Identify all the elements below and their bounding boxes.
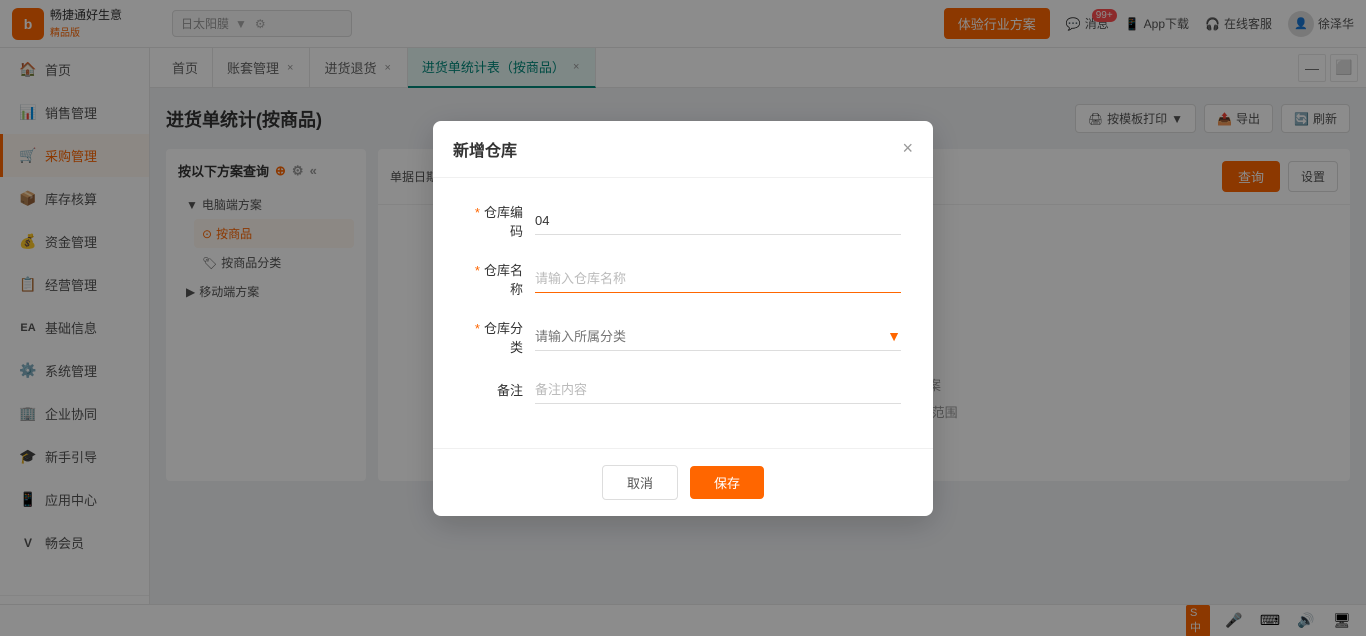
warehouse-code-input[interactable] (535, 207, 901, 235)
dialog-header: 新增仓库 × (433, 121, 933, 178)
cancel-button[interactable]: 取消 (602, 465, 678, 500)
form-label-name: *仓库名称 (465, 260, 535, 298)
form-row-code: *仓库编码 (465, 202, 901, 240)
category-dropdown-icon: ▼ (887, 328, 901, 344)
form-label-remark: 备注 (465, 380, 535, 399)
form-row-remark: 备注 (465, 376, 901, 404)
remark-input[interactable] (535, 376, 901, 404)
dialog-new-warehouse: 新增仓库 × *仓库编码 *仓库名称 *仓库分类 (433, 121, 933, 516)
form-label-code: *仓库编码 (465, 202, 535, 240)
required-star-category: * (475, 321, 480, 336)
dialog-body: *仓库编码 *仓库名称 *仓库分类 ▼ (433, 178, 933, 448)
dialog-close-button[interactable]: × (902, 138, 913, 159)
required-star-name: * (475, 263, 480, 278)
required-star-code: * (475, 205, 480, 220)
modal-overlay: 新增仓库 × *仓库编码 *仓库名称 *仓库分类 (0, 0, 1366, 636)
save-button[interactable]: 保存 (690, 466, 764, 499)
form-row-name: *仓库名称 (465, 260, 901, 298)
form-row-category: *仓库分类 ▼ (465, 318, 901, 356)
dialog-footer: 取消 保存 (433, 448, 933, 516)
warehouse-name-input[interactable] (535, 265, 901, 293)
form-label-category: *仓库分类 (465, 318, 535, 356)
warehouse-category-input[interactable] (535, 329, 887, 344)
warehouse-category-select[interactable]: ▼ (535, 322, 901, 351)
dialog-title: 新增仓库 (453, 137, 517, 161)
